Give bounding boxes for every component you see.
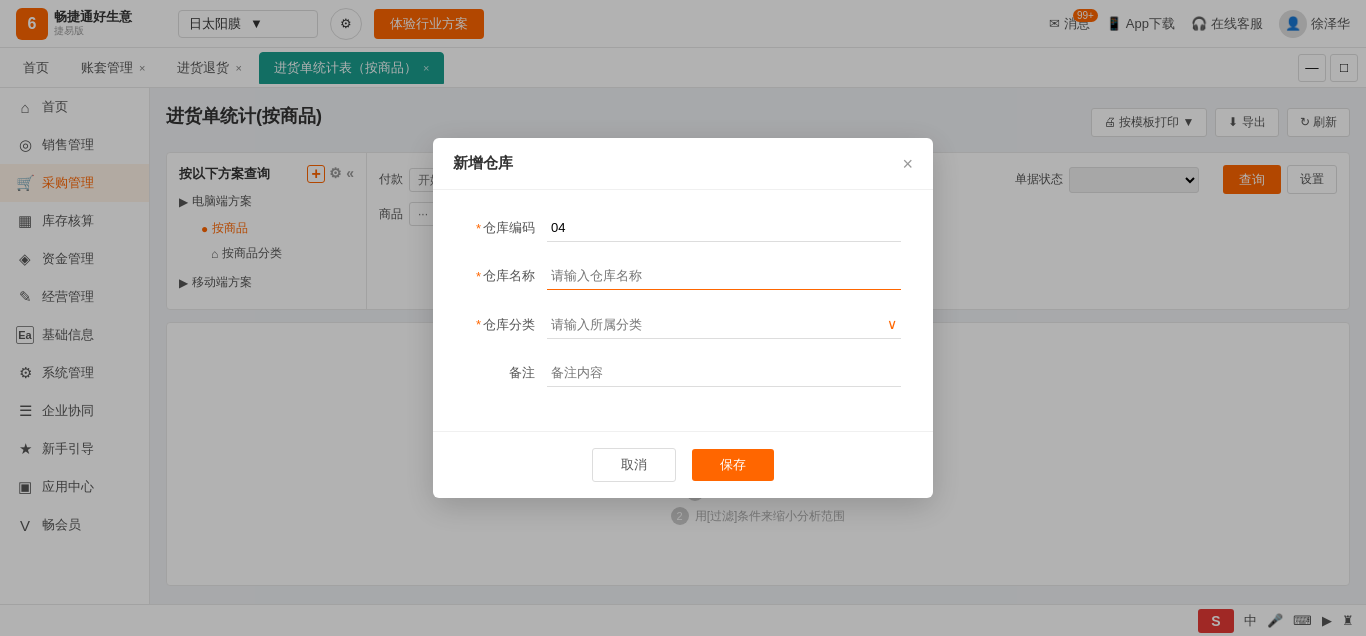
warehouse-name-input[interactable] <box>547 262 901 290</box>
required-star-3: * <box>476 317 481 332</box>
warehouse-category-select-wrapper[interactable]: ∨ <box>547 310 901 339</box>
modal-backdrop: 新增仓库 × * 仓库编码 * 仓库名称 <box>0 0 1366 636</box>
required-star-2: * <box>476 269 481 284</box>
modal-body: * 仓库编码 * 仓库名称 * 仓库分类 <box>433 190 933 431</box>
warehouse-code-input[interactable] <box>547 214 901 242</box>
warehouse-add-modal: 新增仓库 × * 仓库编码 * 仓库名称 <box>433 138 933 498</box>
warehouse-code-row: * 仓库编码 <box>465 214 901 242</box>
warehouse-category-label: * 仓库分类 <box>465 316 535 334</box>
modal-header: 新增仓库 × <box>433 138 933 190</box>
remark-label: 备注 <box>465 364 535 382</box>
warehouse-category-row: * 仓库分类 ∨ <box>465 310 901 339</box>
warehouse-name-label: * 仓库名称 <box>465 267 535 285</box>
modal-close-button[interactable]: × <box>902 155 913 173</box>
category-dropdown-icon: ∨ <box>887 316 897 332</box>
modal-title: 新增仓库 <box>453 154 513 173</box>
remark-input[interactable] <box>547 359 901 387</box>
save-button[interactable]: 保存 <box>692 449 774 481</box>
warehouse-category-input[interactable] <box>551 317 887 332</box>
modal-footer: 取消 保存 <box>433 431 933 498</box>
remark-row: 备注 <box>465 359 901 387</box>
cancel-button[interactable]: 取消 <box>592 448 676 482</box>
warehouse-code-label: * 仓库编码 <box>465 219 535 237</box>
required-star-1: * <box>476 221 481 236</box>
warehouse-name-row: * 仓库名称 <box>465 262 901 290</box>
